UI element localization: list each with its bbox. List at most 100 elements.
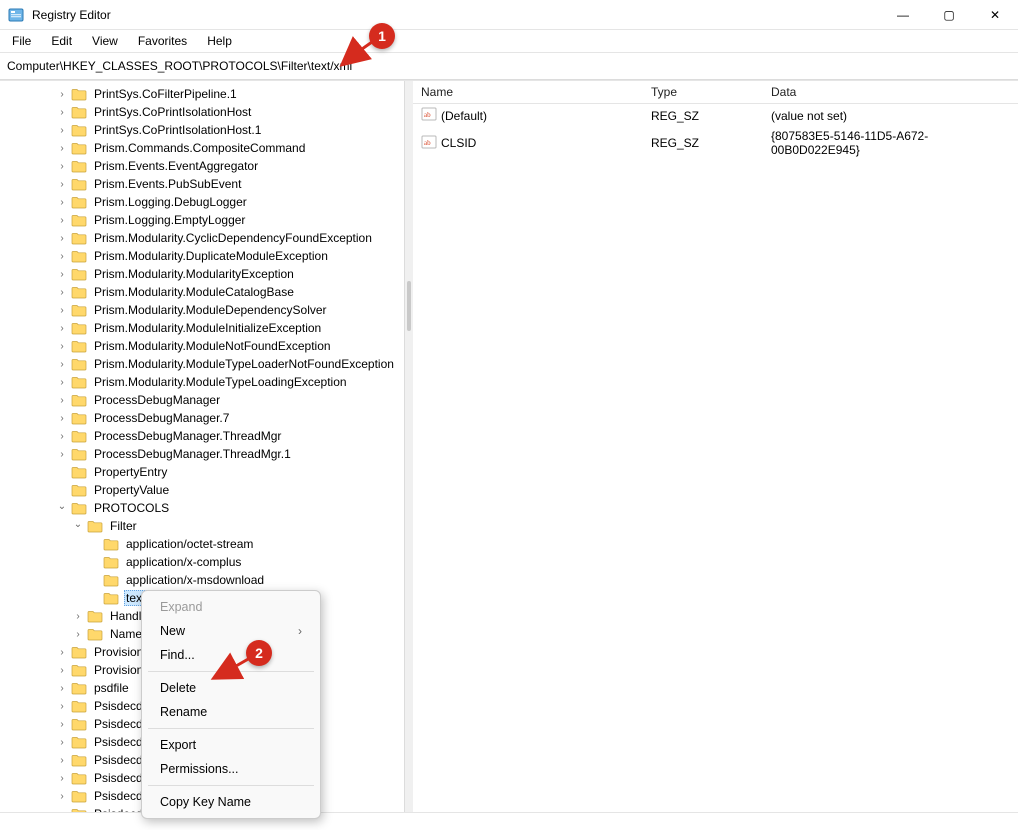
tree-item[interactable]: Prism.Modularity.ModuleNotFoundException — [0, 337, 404, 355]
tree-item-label: ProcessDebugManager.ThreadMgr — [92, 429, 283, 443]
folder-icon — [71, 142, 87, 155]
tree-item[interactable]: application/octet-stream — [0, 535, 404, 553]
folder-icon — [87, 610, 103, 623]
chevron-icon[interactable] — [56, 107, 68, 118]
chevron-icon[interactable] — [56, 773, 68, 784]
tree-item[interactable]: Prism.Modularity.ModuleTypeLoadingExcept… — [0, 373, 404, 391]
value-type: REG_SZ — [651, 136, 771, 150]
address-input[interactable] — [4, 56, 1014, 76]
chevron-icon[interactable] — [56, 377, 68, 388]
tree-item[interactable]: PrintSys.CoFilterPipeline.1 — [0, 85, 404, 103]
tree-item[interactable]: Prism.Events.PubSubEvent — [0, 175, 404, 193]
tree-item[interactable]: ProcessDebugManager.7 — [0, 409, 404, 427]
chevron-icon[interactable] — [72, 611, 84, 622]
tree-item[interactable]: ProcessDebugManager.ThreadMgr.1 — [0, 445, 404, 463]
value-name: CLSID — [441, 136, 476, 150]
chevron-icon[interactable] — [56, 89, 68, 100]
menu-help[interactable]: Help — [199, 32, 240, 50]
tree-item[interactable]: ProcessDebugManager — [0, 391, 404, 409]
chevron-icon[interactable] — [56, 323, 68, 334]
tree-item[interactable]: PROTOCOLS — [0, 499, 404, 517]
chevron-icon[interactable] — [56, 431, 68, 442]
folder-icon — [71, 664, 87, 677]
tree-item-label: Prism.Modularity.ModularityException — [92, 267, 296, 281]
chevron-icon[interactable] — [56, 503, 68, 514]
context-menu-item[interactable]: Rename — [142, 700, 320, 724]
context-menu-item[interactable]: Permissions... — [142, 757, 320, 781]
tree-item[interactable]: Prism.Commands.CompositeCommand — [0, 139, 404, 157]
chevron-icon[interactable] — [56, 161, 68, 172]
folder-icon — [71, 124, 87, 137]
chevron-icon[interactable] — [56, 287, 68, 298]
chevron-icon[interactable] — [56, 269, 68, 280]
tree-item[interactable]: Prism.Modularity.ModuleDependencySolver — [0, 301, 404, 319]
context-menu-item[interactable]: Copy Key Name — [142, 790, 320, 814]
chevron-icon[interactable] — [56, 413, 68, 424]
context-menu-item[interactable]: Export — [142, 733, 320, 757]
chevron-icon[interactable] — [56, 197, 68, 208]
chevron-icon[interactable] — [56, 791, 68, 802]
tree-item[interactable]: application/x-msdownload — [0, 571, 404, 589]
tree-item-label: application/x-complus — [124, 555, 243, 569]
tree-item[interactable]: Prism.Modularity.ModuleInitializeExcepti… — [0, 319, 404, 337]
splitter[interactable] — [405, 81, 413, 812]
menu-favorites[interactable]: Favorites — [130, 32, 195, 50]
chevron-icon[interactable] — [56, 341, 68, 352]
chevron-icon[interactable] — [56, 305, 68, 316]
context-menu-item[interactable]: Delete — [142, 676, 320, 700]
tree-item[interactable]: Prism.Modularity.ModularityException — [0, 265, 404, 283]
value-row[interactable]: abCLSIDREG_SZ{807583E5-5146-11D5-A672-00… — [413, 127, 1018, 159]
chevron-icon[interactable] — [56, 233, 68, 244]
minimize-button[interactable]: — — [880, 0, 926, 30]
chevron-icon[interactable] — [56, 683, 68, 694]
tree-item[interactable]: Prism.Modularity.ModuleTypeLoaderNotFoun… — [0, 355, 404, 373]
chevron-icon[interactable] — [56, 215, 68, 226]
chevron-icon[interactable] — [56, 251, 68, 262]
tree-item[interactable]: Prism.Logging.EmptyLogger — [0, 211, 404, 229]
chevron-icon[interactable] — [56, 359, 68, 370]
chevron-icon[interactable] — [56, 737, 68, 748]
tree-item[interactable]: PrintSys.CoPrintIsolationHost.1 — [0, 121, 404, 139]
close-button[interactable]: ✕ — [972, 0, 1018, 30]
tree-item-label: Prism.Modularity.ModuleDependencySolver — [92, 303, 329, 317]
tree-item[interactable]: Prism.Logging.DebugLogger — [0, 193, 404, 211]
tree-item-label: PrintSys.CoPrintIsolationHost — [92, 105, 253, 119]
menu-edit[interactable]: Edit — [43, 32, 80, 50]
chevron-icon[interactable] — [72, 521, 84, 532]
menu-view[interactable]: View — [84, 32, 126, 50]
chevron-icon[interactable] — [56, 719, 68, 730]
tree-item[interactable]: PropertyValue — [0, 481, 404, 499]
tree-item[interactable]: application/x-complus — [0, 553, 404, 571]
folder-icon — [71, 304, 87, 317]
tree-item[interactable]: Prism.Events.EventAggregator — [0, 157, 404, 175]
tree-item-label: Filter — [108, 519, 139, 533]
maximize-button[interactable]: ▢ — [926, 0, 972, 30]
tree-item[interactable]: Prism.Modularity.CyclicDependencyFoundEx… — [0, 229, 404, 247]
app-icon — [8, 7, 24, 23]
chevron-icon[interactable] — [56, 449, 68, 460]
chevron-icon[interactable] — [72, 629, 84, 640]
tree-item[interactable]: Prism.Modularity.DuplicateModuleExceptio… — [0, 247, 404, 265]
tree-item-label: PrintSys.CoPrintIsolationHost.1 — [92, 123, 263, 137]
tree-item[interactable]: ProcessDebugManager.ThreadMgr — [0, 427, 404, 445]
tree-item[interactable]: Filter — [0, 517, 404, 535]
tree-item[interactable]: PropertyEntry — [0, 463, 404, 481]
chevron-icon[interactable] — [56, 701, 68, 712]
context-menu-item[interactable]: Find... — [142, 643, 320, 667]
context-menu-item[interactable]: New — [142, 619, 320, 643]
chevron-icon[interactable] — [56, 179, 68, 190]
tree-item[interactable]: Prism.Modularity.ModuleCatalogBase — [0, 283, 404, 301]
chevron-icon[interactable] — [56, 647, 68, 658]
col-name[interactable]: Name — [421, 85, 651, 99]
tree-item[interactable]: PrintSys.CoPrintIsolationHost — [0, 103, 404, 121]
menu-file[interactable]: File — [4, 32, 39, 50]
chevron-icon[interactable] — [56, 665, 68, 676]
chevron-icon[interactable] — [56, 143, 68, 154]
chevron-icon[interactable] — [56, 125, 68, 136]
col-type[interactable]: Type — [651, 85, 771, 99]
value-row[interactable]: ab(Default)REG_SZ(value not set) — [413, 104, 1018, 127]
chevron-icon[interactable] — [56, 395, 68, 406]
col-data[interactable]: Data — [771, 85, 1010, 99]
chevron-icon[interactable] — [56, 755, 68, 766]
value-data: (value not set) — [771, 109, 1010, 123]
